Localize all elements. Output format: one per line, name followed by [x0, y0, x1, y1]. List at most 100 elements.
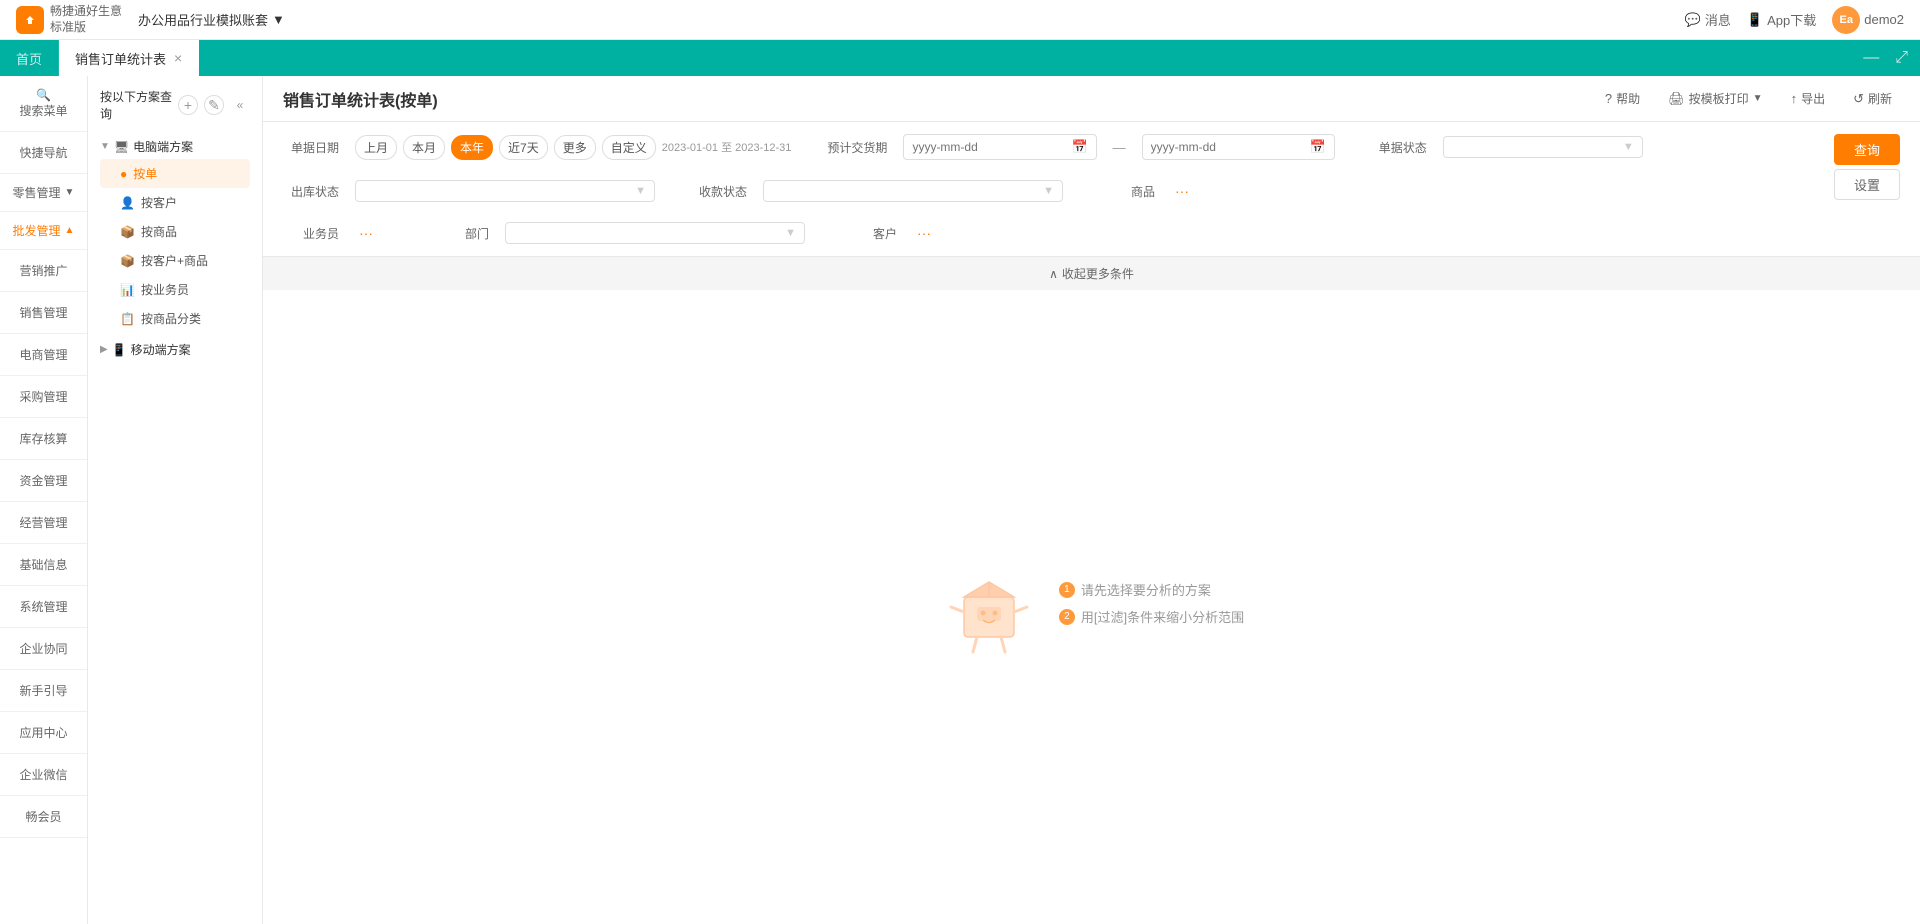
- message-icon: 💬: [1685, 12, 1701, 28]
- sidebar-item-retail[interactable]: 零售管理 ▼: [0, 174, 87, 212]
- status-select[interactable]: ▼: [1443, 136, 1643, 158]
- refresh-button[interactable]: ↺ 刷新: [1845, 86, 1900, 111]
- main-layout: 🔍 搜索菜单 快捷导航 零售管理 ▼ 批发管理 ▲ 营销推广 销售管理 电商管理…: [0, 76, 1920, 924]
- scheme-item-by-customer[interactable]: 👤 按客户: [100, 188, 250, 217]
- sidebar-item-quicknav[interactable]: 快捷导航: [0, 132, 87, 174]
- tab-maximize-icon[interactable]: ⤢: [1891, 45, 1912, 71]
- tab-close-icon[interactable]: ×: [174, 50, 182, 66]
- sidebar-item-wholesale[interactable]: 批发管理 ▲: [0, 212, 87, 250]
- settings-button[interactable]: 设置: [1834, 169, 1900, 200]
- query-button[interactable]: 查询: [1834, 134, 1900, 165]
- tab-home[interactable]: 首页: [0, 40, 59, 76]
- delivery-date-start[interactable]: 📅: [903, 134, 1096, 160]
- date-btn-this-month[interactable]: 本月: [403, 135, 445, 160]
- calendar-icon-2[interactable]: 📅: [1310, 139, 1326, 155]
- scheme-add-button[interactable]: +: [178, 95, 198, 115]
- search-icon: 🔍: [4, 88, 83, 102]
- avatar: Ea: [1832, 6, 1860, 34]
- date-btn-7days[interactable]: 近7天: [499, 135, 548, 160]
- scheme-edit-button[interactable]: ✎: [204, 95, 224, 115]
- help-button[interactable]: ? 帮助: [1597, 86, 1648, 111]
- order-icon: ●: [120, 167, 127, 181]
- date-separator: —: [1113, 140, 1126, 155]
- calendar-icon[interactable]: 📅: [1071, 139, 1087, 155]
- sidebar-item-search[interactable]: 🔍 搜索菜单: [0, 76, 87, 132]
- chevron-down-icon: ▼: [100, 141, 110, 152]
- delivery-date-end[interactable]: 📅: [1142, 134, 1335, 160]
- scheme-collapse-button[interactable]: «: [230, 95, 250, 115]
- receipt-select[interactable]: ▼: [763, 180, 1063, 202]
- salesperson-label: 业务员: [283, 225, 339, 242]
- sidebar-item-finance[interactable]: 资金管理: [0, 460, 87, 502]
- tab-sales-order[interactable]: 销售订单统计表 ×: [59, 40, 199, 76]
- delivery-end-input[interactable]: [1151, 140, 1306, 154]
- scheme-item-label: 按商品分类: [141, 310, 201, 327]
- customer-dots[interactable]: ···: [913, 225, 935, 241]
- scheme-item-by-product[interactable]: 📦 按商品: [100, 217, 250, 246]
- scheme-item-label: 按客户+商品: [141, 252, 208, 269]
- export-button[interactable]: ↑ 导出: [1783, 86, 1834, 111]
- page-title-bar: 销售订单统计表(按单) ? 帮助 🖨 按模板打印 ▼ ↑ 导出: [263, 76, 1920, 122]
- date-label: 单据日期: [283, 139, 339, 156]
- refresh-icon: ↺: [1853, 91, 1864, 107]
- delivery-start-input[interactable]: [912, 140, 1067, 154]
- date-btn-more[interactable]: 更多: [554, 135, 596, 160]
- pc-group-label: 电脑端方案: [133, 138, 193, 155]
- mobile-group-icon: 📱: [112, 343, 127, 357]
- print-label: 按模板打印: [1689, 90, 1749, 107]
- app-download-action[interactable]: 📱 App下载: [1747, 10, 1816, 29]
- chevron-up-icon: ▲: [65, 225, 75, 236]
- workspace-label: 办公用品行业模拟账套: [138, 10, 268, 29]
- empty-illustration: [939, 557, 1039, 657]
- sidebar-item-basic[interactable]: 基础信息: [0, 544, 87, 586]
- content-area: 按以下方案查询 + ✎ « ▼ 🖥 电脑端方案 ● 按单 👤 按客户: [88, 76, 1920, 924]
- print-button[interactable]: 🖨 按模板打印 ▼: [1660, 86, 1770, 111]
- collapse-bar[interactable]: ∧ 收起更多条件: [263, 257, 1920, 290]
- date-btn-custom[interactable]: 自定义: [602, 135, 656, 160]
- main-content: 销售订单统计表(按单) ? 帮助 🖨 按模板打印 ▼ ↑ 导出: [263, 76, 1920, 924]
- salesperson-dots[interactable]: ···: [355, 225, 377, 241]
- user-action[interactable]: Ea demo2: [1832, 6, 1904, 34]
- empty-state: 1 请先选择要分析的方案 2 用[过滤]条件来缩小分析范围: [263, 290, 1920, 924]
- date-range-text: 2023-01-01 至 2023-12-31: [662, 139, 792, 155]
- message-action[interactable]: 💬 消息: [1685, 10, 1731, 29]
- sidebar-item-member[interactable]: 畅会员: [0, 796, 87, 838]
- sidebar-item-marketing[interactable]: 营销推广: [0, 250, 87, 292]
- sidebar-item-purchase[interactable]: 采购管理: [0, 376, 87, 418]
- sidebar-item-newbie[interactable]: 新手引导: [0, 670, 87, 712]
- customer-label: 客户: [841, 225, 897, 242]
- department-select[interactable]: ▼: [505, 222, 805, 244]
- sidebar-item-inventory[interactable]: 库存核算: [0, 418, 87, 460]
- collapse-label: 收起更多条件: [1062, 265, 1134, 282]
- date-btn-this-year[interactable]: 本年: [451, 135, 493, 160]
- print-dropdown-icon: ▼: [1753, 93, 1763, 104]
- filter-row-2: 出库状态 ▼ 收款状态 ▼ 商品 ···: [283, 180, 1822, 202]
- tip-num-2: 2: [1059, 609, 1075, 625]
- scheme-mobile-group-header[interactable]: ▶ 📱 移动端方案: [88, 337, 262, 362]
- outbound-select[interactable]: ▼: [355, 180, 655, 202]
- scheme-item-by-salesperson[interactable]: 📊 按业务员: [100, 275, 250, 304]
- sidebar-item-operations[interactable]: 经营管理: [0, 502, 87, 544]
- workspace-selector[interactable]: 办公用品行业模拟账套 ▼: [130, 6, 293, 33]
- sidebar-item-wechat[interactable]: 企业微信: [0, 754, 87, 796]
- tab-minimize-icon[interactable]: —: [1859, 45, 1883, 71]
- scheme-item-by-order[interactable]: ● 按单: [100, 159, 250, 188]
- tab-bar: 首页 销售订单统计表 × — ⤢: [0, 40, 1920, 76]
- tab-sales-order-label: 销售订单统计表: [75, 49, 166, 68]
- sidebar-item-system[interactable]: 系统管理: [0, 586, 87, 628]
- scheme-item-label: 按业务员: [141, 281, 189, 298]
- sidebar-item-sales[interactable]: 销售管理: [0, 292, 87, 334]
- date-btn-last-month[interactable]: 上月: [355, 135, 397, 160]
- product-dots[interactable]: ···: [1171, 183, 1193, 199]
- sidebar-item-enterprise[interactable]: 企业协同: [0, 628, 87, 670]
- sidebar-item-appcenter[interactable]: 应用中心: [0, 712, 87, 754]
- scheme-item-by-category[interactable]: 📋 按商品分类: [100, 304, 250, 333]
- sales-icon: 📊: [120, 283, 135, 297]
- scheme-item-by-customer-product[interactable]: 📦 按客户+商品: [100, 246, 250, 275]
- tip-text-1: 请先选择要分析的方案: [1081, 580, 1211, 599]
- scheme-pc-group-header[interactable]: ▼ 🖥 电脑端方案: [100, 134, 250, 159]
- scheme-item-label: 按商品: [141, 223, 177, 240]
- sidebar-item-ecommerce[interactable]: 电商管理: [0, 334, 87, 376]
- scheme-panel-header: 按以下方案查询 + ✎ «: [88, 84, 262, 130]
- filter-row-3: 业务员 ··· 部门 ▼ 客户 ···: [283, 222, 1822, 244]
